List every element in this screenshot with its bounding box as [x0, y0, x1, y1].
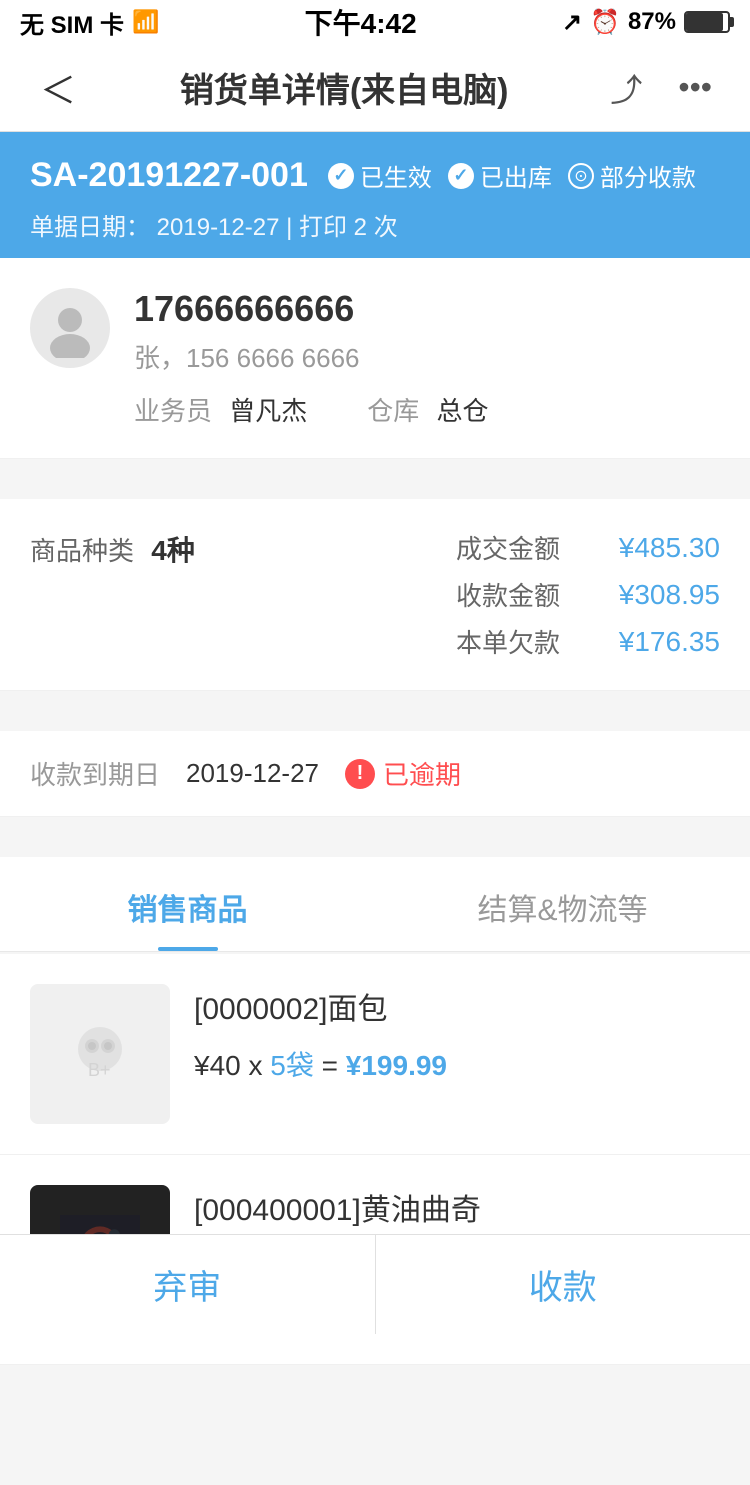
abandon-button[interactable]: 弃审 [0, 1235, 376, 1334]
product-name-1: [0000002]面包 [194, 984, 720, 1028]
badge-shipped-label: 已出库 [480, 158, 552, 193]
check-icon-1: ✓ [328, 163, 354, 189]
bottom-spacer [0, 1365, 750, 1485]
order-id: SA-20191227-001 [30, 156, 308, 195]
wifi-icon: 📶 [132, 9, 159, 35]
status-right: ↗ ⏰ 87% [562, 8, 730, 37]
customer-meta: 业务员 曾凡杰 仓库 总仓 [134, 391, 720, 428]
qty-1: 5袋 [270, 1050, 314, 1081]
carrier-label: 无 SIM 卡 [20, 5, 124, 40]
divider-1 [0, 459, 750, 479]
summary-right: 成交金额 ¥485.30 收款金额 ¥308.95 本单欠款 ¥176.35 [456, 529, 720, 660]
avatar [30, 288, 110, 368]
product-name-2: [000400001]黄油曲奇 [194, 1185, 720, 1229]
bottom-bar: 弃审 收款 [0, 1234, 750, 1334]
battery-icon [684, 11, 730, 33]
collect-label: 收款 [529, 1260, 597, 1309]
total-1: ¥199.99 [346, 1050, 447, 1081]
divider-3 [0, 817, 750, 837]
warehouse-value: 总仓 [437, 396, 489, 426]
more-icon[interactable]: ••• [670, 61, 720, 114]
badge-shipped: ✓ 已出库 [448, 158, 552, 193]
date-label: 单据日期： [30, 214, 150, 241]
deal-amount-label: 成交金额 [456, 529, 560, 566]
received-value: ¥308.95 [580, 579, 720, 611]
product-price-1: ¥40 x 5袋 = ¥199.99 [194, 1044, 720, 1084]
clock-icon: ⊙ [568, 163, 594, 189]
alarm-icon: ⏰ [590, 8, 620, 37]
page-title: 销货单详情(来自电脑) [180, 63, 509, 112]
summary-section: 商品种类 4种 成交金额 ¥485.30 收款金额 ¥308.95 本单欠款 ¥… [0, 499, 750, 691]
customer-info: 17666666666 张，156 6666 6666 业务员 曾凡杰 仓库 总… [134, 288, 720, 428]
product-info-1: [0000002]面包 ¥40 x 5袋 = ¥199.99 [194, 984, 720, 1084]
badge-partial-label: 部分收款 [600, 158, 696, 193]
status-time: 下午4:42 [305, 2, 417, 42]
overdue-icon: ! [345, 759, 375, 789]
order-header-banner: SA-20191227-001 ✓ 已生效 ✓ 已出库 ⊙ 部分收款 单据日期：… [0, 132, 750, 258]
sales-label: 业务员 [134, 396, 212, 426]
tab-settlement-label: 结算&物流等 [477, 894, 647, 927]
sales-info: 业务员 曾凡杰 [134, 391, 307, 428]
owed-amount-row: 本单欠款 ¥176.35 [456, 623, 720, 660]
customer-contact: 张，156 6666 6666 [134, 338, 720, 375]
print-info: | 打印 2 次 [286, 214, 398, 241]
kind-label: 商品种类 [30, 536, 134, 566]
status-left: 无 SIM 卡 📶 [20, 5, 159, 40]
order-date-info: 单据日期： 2019-12-27 | 打印 2 次 [30, 207, 720, 242]
received-label: 收款金额 [456, 576, 560, 613]
banner-top: SA-20191227-001 ✓ 已生效 ✓ 已出库 ⊙ 部分收款 [30, 156, 720, 195]
kind-count: 4种 [151, 535, 195, 566]
overdue-text: 已逾期 [383, 755, 461, 792]
badge-activated: ✓ 已生效 [328, 158, 432, 193]
deal-amount-value: ¥485.30 [580, 532, 720, 564]
order-date: 2019-12-27 [157, 214, 280, 241]
badge-partial: ⊙ 部分收款 [568, 158, 696, 193]
abandon-label: 弃审 [153, 1260, 221, 1309]
nav-bar: ＜ 销货单详情(来自电脑) ⤴ ••• [0, 44, 750, 132]
due-section: 收款到期日 2019-12-27 ! 已逾期 [0, 731, 750, 817]
due-label: 收款到期日 [30, 755, 160, 792]
summary-left: 商品种类 4种 [30, 529, 195, 569]
status-bar: 无 SIM 卡 📶 下午4:42 ↗ ⏰ 87% [0, 0, 750, 44]
collect-button[interactable]: 收款 [376, 1235, 750, 1334]
share-icon[interactable]: ⤴ [602, 57, 650, 119]
status-badges: ✓ 已生效 ✓ 已出库 ⊙ 部分收款 [328, 158, 696, 193]
battery-label: 87% [628, 8, 676, 36]
sales-value: 曾凡杰 [229, 396, 307, 426]
owed-value: ¥176.35 [580, 626, 720, 658]
badge-activated-label: 已生效 [360, 158, 432, 193]
customer-phone: 17666666666 [134, 288, 720, 330]
due-date: 2019-12-27 [186, 758, 319, 789]
svg-text:B+: B+ [88, 1060, 111, 1080]
back-button[interactable]: ＜ [30, 52, 86, 124]
divider-2 [0, 691, 750, 711]
price-base-1: ¥40 [194, 1050, 241, 1081]
overdue-badge: ! 已逾期 [345, 755, 461, 792]
check-icon-2: ✓ [448, 163, 474, 189]
list-item: B+ [0000002]面包 ¥40 x 5袋 = ¥199.99 [0, 954, 750, 1155]
tab-settlement[interactable]: 结算&物流等 [375, 857, 750, 951]
owed-label: 本单欠款 [456, 623, 560, 660]
warehouse-label: 仓库 [367, 396, 419, 426]
location-icon: ↗ [562, 8, 582, 37]
warehouse-info: 仓库 总仓 [367, 391, 488, 428]
product-thumbnail-1: B+ [30, 984, 170, 1124]
deal-amount-row: 成交金额 ¥485.30 [456, 529, 720, 566]
tab-sales-products[interactable]: 销售商品 [0, 857, 375, 951]
tabs-section: 销售商品 结算&物流等 [0, 857, 750, 952]
nav-actions: ⤴ ••• [602, 57, 720, 119]
customer-section: 17666666666 张，156 6666 6666 业务员 曾凡杰 仓库 总… [0, 258, 750, 459]
received-amount-row: 收款金额 ¥308.95 [456, 576, 720, 613]
tab-sales-label: 销售商品 [128, 894, 248, 927]
